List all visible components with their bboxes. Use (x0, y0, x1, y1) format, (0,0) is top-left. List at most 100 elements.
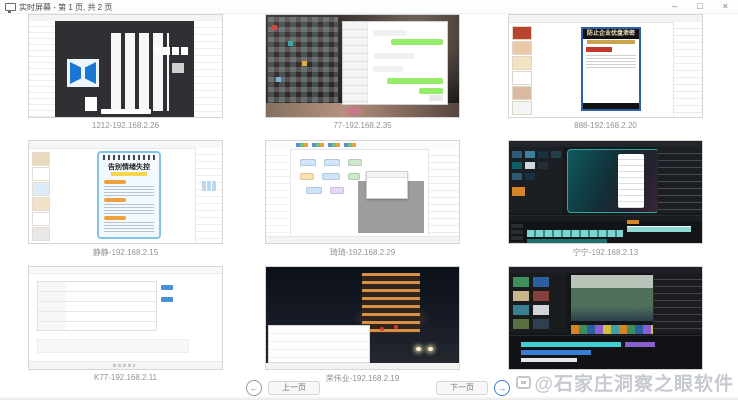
thumb-blue-button (161, 297, 173, 302)
thumb-page-card (512, 101, 532, 115)
thumb-poster-textlines (586, 55, 636, 69)
screen-thumbnail: 防止企业优盘泄密 (508, 14, 703, 118)
thumb-media-item (512, 151, 522, 158)
screen-tile-1[interactable]: 1212-192.168.2.26 (28, 14, 223, 131)
thumb-media-item (513, 305, 529, 315)
thumb-color-swatches (202, 181, 217, 191)
thumb-media-item (551, 151, 561, 158)
thumb-flow-node (330, 187, 344, 194)
thumb-page-card (32, 152, 50, 166)
thumb-poster-footer (583, 103, 639, 109)
thumb-timeline (509, 215, 702, 243)
thumb-small-frames (154, 47, 190, 55)
thumb-orange-clip (627, 220, 639, 224)
thumb-media-item (525, 151, 535, 158)
minimize-button[interactable]: – (672, 0, 677, 13)
screen-tile-3[interactable]: 防止企业优盘泄密 888-192.168.2.20 (508, 14, 703, 131)
next-page-arrow-button[interactable]: → (494, 380, 510, 396)
thumb-float-window (85, 97, 97, 111)
thumb-dark-canvas (55, 21, 194, 117)
thumb-timeline (509, 335, 702, 369)
thumb-orange-chip (104, 198, 126, 202)
thumb-purple-clip (625, 342, 655, 347)
thumb-taskbar (266, 363, 459, 369)
thumb-lower-block (37, 339, 189, 353)
screen-tile-9[interactable] (508, 266, 703, 383)
thumb-flow-node (324, 159, 340, 166)
screen-tile-2[interactable]: 77-192.168.2.35 (265, 14, 460, 131)
title-bar: 实时屏幕 - 第 1 页, 共 2 页 – □ × (0, 0, 738, 14)
thumb-page-card (512, 86, 532, 100)
screen-thumbnail (28, 266, 223, 370)
thumb-flow-node (348, 173, 360, 180)
thumb-gray-bubble (373, 30, 407, 36)
thumb-right-panel (428, 149, 459, 237)
thumb-page-card (32, 197, 50, 211)
close-button[interactable]: × (723, 0, 728, 13)
thumb-media-item (512, 173, 522, 180)
screen-thumbnail (265, 266, 460, 370)
thumb-icon-dot (272, 25, 277, 30)
thumb-flow-node (300, 173, 314, 180)
prev-page-arrow-button[interactable]: ← (246, 380, 262, 396)
thumb-page-card (512, 26, 532, 40)
bottom-strip (0, 396, 738, 400)
screen-thumbnail (28, 14, 223, 118)
thumb-white-track (521, 358, 577, 362)
thumb-chat-list (343, 22, 368, 104)
screen-label: K77-192.168.2.11 (28, 373, 223, 383)
right-arrow-icon: → (498, 383, 507, 393)
thumb-video-preview (567, 149, 659, 213)
thumb-media-item (538, 162, 548, 169)
thumb-bottom-toolbar (101, 109, 151, 114)
thumb-blue-clip (521, 350, 591, 355)
screen-label: 静静-192.168.2.15 (28, 247, 223, 257)
thumb-teal-clip-long (627, 226, 691, 232)
screen-label: 宁宁-192.168.2.13 (508, 247, 703, 257)
window-title: 实时屏幕 - 第 1 页, 共 2 页 (19, 2, 112, 13)
thumb-orange-chip (104, 180, 126, 184)
screen-thumbnail: 告别情绪失控 (28, 140, 223, 244)
next-page-button[interactable]: 下一页 (436, 381, 488, 395)
thumb-green-bubble (391, 39, 443, 45)
screen-tile-5[interactable]: 琦琦-192.168.2.29 (265, 140, 460, 257)
thumb-send-button (429, 95, 443, 101)
thumb-headlight (416, 347, 421, 351)
screen-tile-4[interactable]: 告别情绪失控 静静-192.168.2.15 (28, 140, 223, 257)
thumb-icon-dot (276, 77, 281, 82)
thumb-media-item (512, 187, 525, 196)
thumb-data-table (37, 281, 157, 331)
thumb-note-poster: 告别情绪失控 (97, 151, 161, 239)
thumb-orange-chip (104, 216, 126, 220)
thumb-media-item (538, 151, 548, 158)
screen-label: 888-192.168.2.20 (508, 121, 703, 131)
screen-tile-8[interactable]: 荣伟业-192.168.2.19 (265, 266, 460, 383)
thumb-left-sidebar (29, 21, 56, 117)
prev-page-button[interactable]: 上一页 (268, 381, 320, 395)
thumb-media-item (533, 319, 549, 329)
thumb-track-labels (511, 224, 523, 244)
thumb-textlines (104, 222, 154, 232)
thumb-teal-clip-row (527, 239, 607, 243)
thumb-icon-dot (302, 61, 307, 66)
thumb-red-lantern (380, 327, 384, 331)
thumb-cyan-clip (521, 342, 621, 347)
screen-tile-7[interactable]: K77-192.168.2.11 (28, 266, 223, 383)
screen-tile-6[interactable]: 宁宁-192.168.2.13 (508, 140, 703, 257)
maximize-button[interactable]: □ (697, 0, 702, 13)
thumb-taskbar (29, 361, 222, 369)
thumb-flow-node (306, 187, 322, 194)
thumb-page-card (512, 56, 532, 70)
thumb-photo-detail (346, 107, 362, 115)
screen-thumbnail (265, 14, 460, 118)
screen-thumbnail (508, 140, 703, 244)
thumb-blue-logo (67, 59, 99, 87)
thumb-gray-bubble (373, 53, 415, 59)
thumb-media-item (525, 162, 535, 169)
thumb-textlines (104, 186, 154, 196)
thumb-media-panel (509, 273, 567, 333)
thumb-flow-node (300, 159, 316, 166)
thumb-phone-screenshot (618, 154, 644, 208)
thumb-right-sidebar (193, 21, 222, 117)
thumb-page-card (512, 71, 532, 85)
